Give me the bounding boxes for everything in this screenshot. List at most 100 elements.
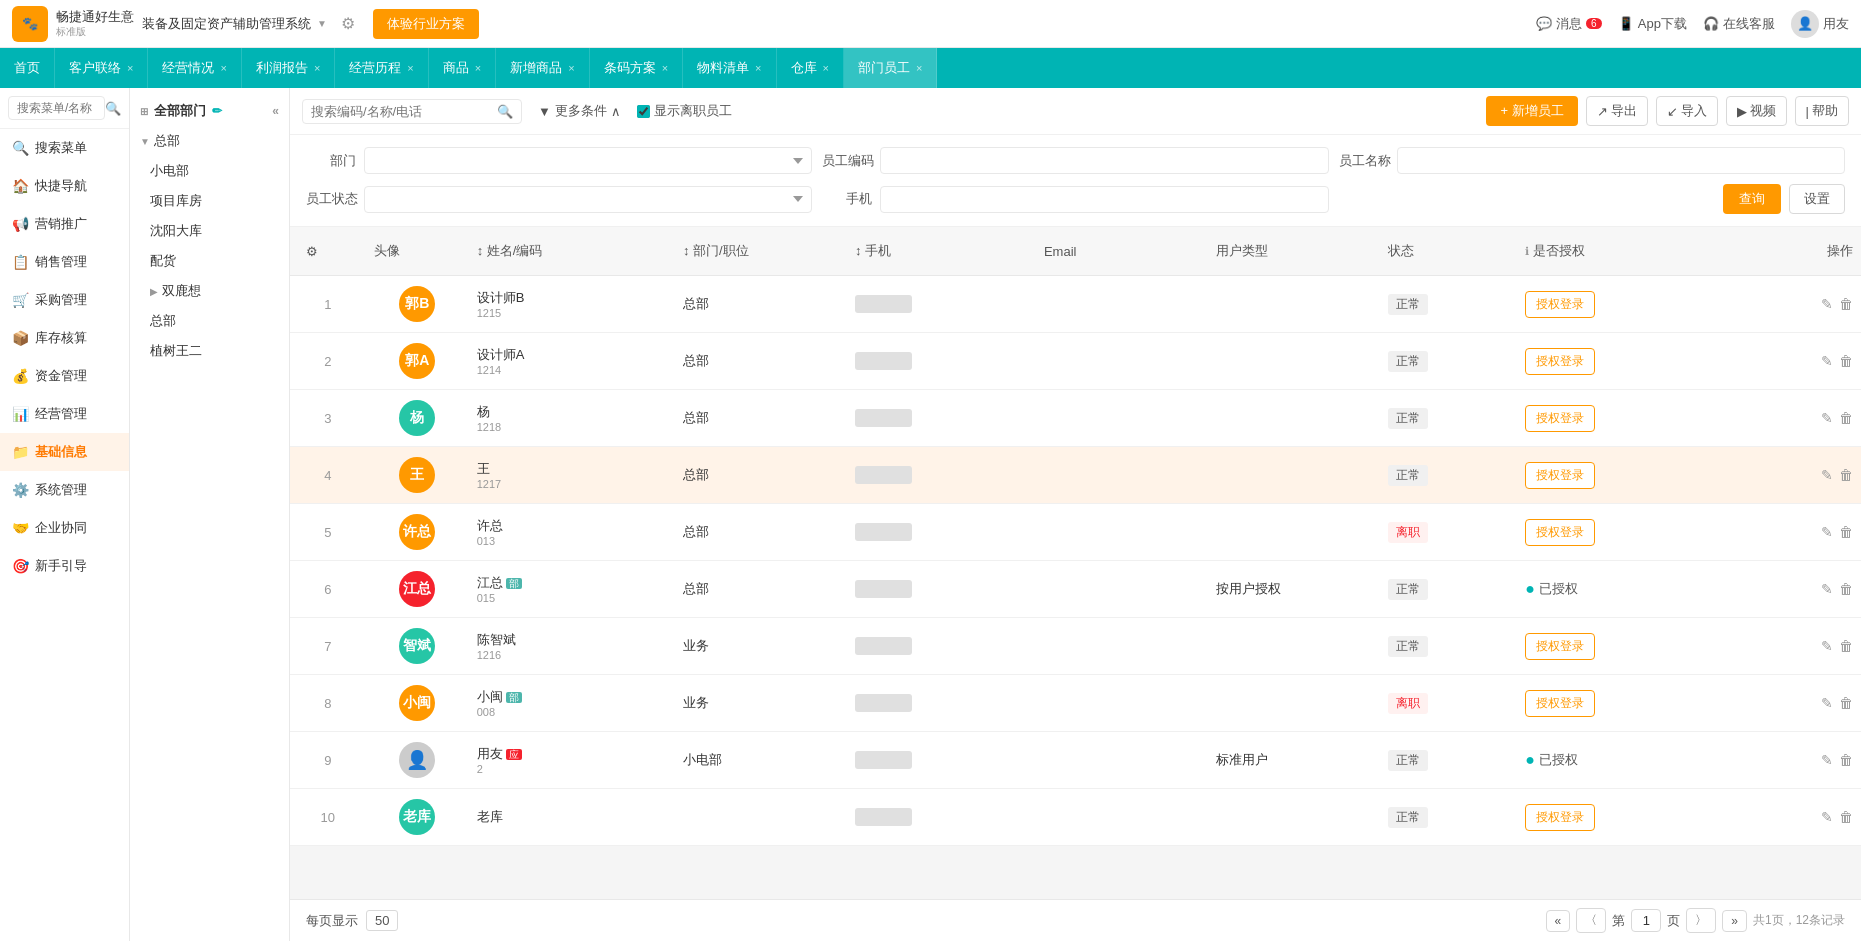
dept-node-project[interactable]: 项目库房 — [130, 186, 289, 216]
search-input[interactable] — [311, 104, 497, 119]
dept-node-distribution[interactable]: 配货 — [130, 246, 289, 276]
video-button[interactable]: ▶ 视频 — [1726, 96, 1787, 126]
show-resigned-checkbox[interactable]: 显示离职员工 — [637, 102, 732, 120]
more-filter-button[interactable]: ▼ 更多条件 ∧ — [530, 98, 629, 124]
sidebar-item-nav[interactable]: 🏠 快捷导航 — [0, 167, 129, 205]
delete-button[interactable]: 🗑 — [1839, 752, 1853, 768]
delete-button[interactable]: 🗑 — [1839, 353, 1853, 369]
next-page-button[interactable]: 〉 — [1686, 908, 1716, 933]
set-button[interactable]: 设置 — [1789, 184, 1845, 214]
tab-customer[interactable]: 客户联络 × — [55, 48, 148, 88]
add-employee-button[interactable]: + 新增员工 — [1486, 96, 1577, 126]
trial-button[interactable]: 体验行业方案 — [373, 9, 479, 39]
delete-button[interactable]: 🗑 — [1839, 467, 1853, 483]
first-page-button[interactable]: « — [1546, 910, 1571, 932]
table-gear-icon[interactable]: ⚙ — [298, 237, 326, 265]
tab-product[interactable]: 商品 × — [429, 48, 496, 88]
edit-button[interactable]: ✎ — [1821, 410, 1833, 426]
tab-home[interactable]: 首页 — [0, 48, 55, 88]
delete-button[interactable]: 🗑 — [1839, 296, 1853, 312]
emp-name-input[interactable] — [1397, 147, 1845, 174]
sidebar-search[interactable]: 🔍 — [0, 88, 129, 129]
collapse-icon[interactable]: « — [272, 104, 279, 118]
dept-node-zongbu[interactable]: 总部 — [130, 306, 289, 336]
delete-button[interactable]: 🗑 — [1839, 638, 1853, 654]
close-icon[interactable]: × — [127, 62, 133, 74]
sidebar-item-sales[interactable]: 📋 销售管理 — [0, 243, 129, 281]
tab-bom[interactable]: 物料清单 × — [683, 48, 776, 88]
prev-page-button[interactable]: 〈 — [1576, 908, 1606, 933]
delete-button[interactable]: 🗑 — [1839, 581, 1853, 597]
user-avatar[interactable]: 👤 用友 — [1791, 10, 1849, 38]
gear-icon[interactable]: ⚙ — [341, 14, 355, 33]
edit-button[interactable]: ✎ — [1821, 752, 1833, 768]
edit-button[interactable]: ✎ — [1821, 809, 1833, 825]
search-input-wrap[interactable]: 🔍 — [302, 99, 522, 124]
tab-new-product[interactable]: 新增商品 × — [496, 48, 589, 88]
dept-node-shenyang[interactable]: 沈阳大库 — [130, 216, 289, 246]
query-button[interactable]: 查询 — [1723, 184, 1781, 214]
import-button[interactable]: ↙ 导入 — [1656, 96, 1718, 126]
close-icon[interactable]: × — [407, 62, 413, 74]
close-icon[interactable]: × — [755, 62, 761, 74]
online-service-button[interactable]: 🎧 在线客服 — [1703, 15, 1775, 33]
sidebar-item-purchase[interactable]: 🛒 采购管理 — [0, 281, 129, 319]
auth-login-button[interactable]: 授权登录 — [1525, 519, 1595, 546]
delete-button[interactable]: 🗑 — [1839, 695, 1853, 711]
emp-code-input[interactable] — [880, 147, 1328, 174]
dropdown-arrow-icon[interactable]: ▼ — [317, 18, 327, 29]
delete-button[interactable]: 🗑 — [1839, 410, 1853, 426]
sidebar-item-inventory[interactable]: 📦 库存核算 — [0, 319, 129, 357]
edit-button[interactable]: ✎ — [1821, 353, 1833, 369]
last-page-button[interactable]: » — [1722, 910, 1747, 932]
message-button[interactable]: 💬 消息 6 — [1536, 15, 1602, 33]
phone-input[interactable] — [880, 186, 1328, 213]
auth-login-button[interactable]: 授权登录 — [1525, 633, 1595, 660]
edit-button[interactable]: ✎ — [1821, 695, 1833, 711]
close-icon[interactable]: × — [220, 62, 226, 74]
close-icon[interactable]: × — [662, 62, 668, 74]
auth-login-button[interactable]: 授权登录 — [1525, 291, 1595, 318]
sidebar-item-finance[interactable]: 💰 资金管理 — [0, 357, 129, 395]
close-icon[interactable]: × — [475, 62, 481, 74]
tab-history[interactable]: 经营历程 × — [335, 48, 428, 88]
auth-login-button[interactable]: 授权登录 — [1525, 690, 1595, 717]
sidebar-item-search[interactable]: 🔍 搜索菜单 — [0, 129, 129, 167]
app-download-button[interactable]: 📱 App下载 — [1618, 15, 1687, 33]
edit-button[interactable]: ✎ — [1821, 524, 1833, 540]
help-button[interactable]: | 帮助 — [1795, 96, 1849, 126]
sidebar-item-system[interactable]: ⚙️ 系统管理 — [0, 471, 129, 509]
auth-login-button[interactable]: 授权登录 — [1525, 405, 1595, 432]
dept-node-shuanglu[interactable]: ▶ 双鹿想 — [130, 276, 289, 306]
auth-login-button[interactable]: 授权登录 — [1525, 462, 1595, 489]
close-icon[interactable]: × — [314, 62, 320, 74]
edit-icon[interactable]: ✏ — [212, 104, 222, 118]
tab-department[interactable]: 部门员工 × — [844, 48, 937, 88]
sidebar-item-basic[interactable]: 📁 基础信息 — [0, 433, 129, 471]
sidebar-item-collab[interactable]: 🤝 企业协同 — [0, 509, 129, 547]
sidebar-item-guide[interactable]: 🎯 新手引导 — [0, 547, 129, 585]
sidebar-item-marketing[interactable]: 📢 营销推广 — [0, 205, 129, 243]
close-icon[interactable]: × — [568, 62, 574, 74]
tab-profit[interactable]: 利润报告 × — [242, 48, 335, 88]
edit-button[interactable]: ✎ — [1821, 581, 1833, 597]
dept-node-xdbu[interactable]: 小电部 — [130, 156, 289, 186]
sidebar-item-business[interactable]: 📊 经营管理 — [0, 395, 129, 433]
edit-button[interactable]: ✎ — [1821, 467, 1833, 483]
auth-login-button[interactable]: 授权登录 — [1525, 804, 1595, 831]
tab-barcode[interactable]: 条码方案 × — [590, 48, 683, 88]
delete-button[interactable]: 🗑 — [1839, 809, 1853, 825]
tab-operation[interactable]: 经营情况 × — [148, 48, 241, 88]
auth-login-button[interactable]: 授权登录 — [1525, 348, 1595, 375]
dept-node-zhishu[interactable]: 植树王二 — [130, 336, 289, 366]
close-icon[interactable]: × — [823, 62, 829, 74]
export-button[interactable]: ↗ 导出 — [1586, 96, 1648, 126]
status-select[interactable] — [364, 186, 812, 213]
dept-node-headquarters[interactable]: ▼ 总部 — [130, 126, 289, 156]
delete-button[interactable]: 🗑 — [1839, 524, 1853, 540]
close-icon[interactable]: × — [916, 62, 922, 74]
sidebar-search-input[interactable] — [8, 96, 105, 120]
tab-warehouse[interactable]: 仓库 × — [777, 48, 844, 88]
edit-button[interactable]: ✎ — [1821, 296, 1833, 312]
dept-select[interactable] — [364, 147, 812, 174]
